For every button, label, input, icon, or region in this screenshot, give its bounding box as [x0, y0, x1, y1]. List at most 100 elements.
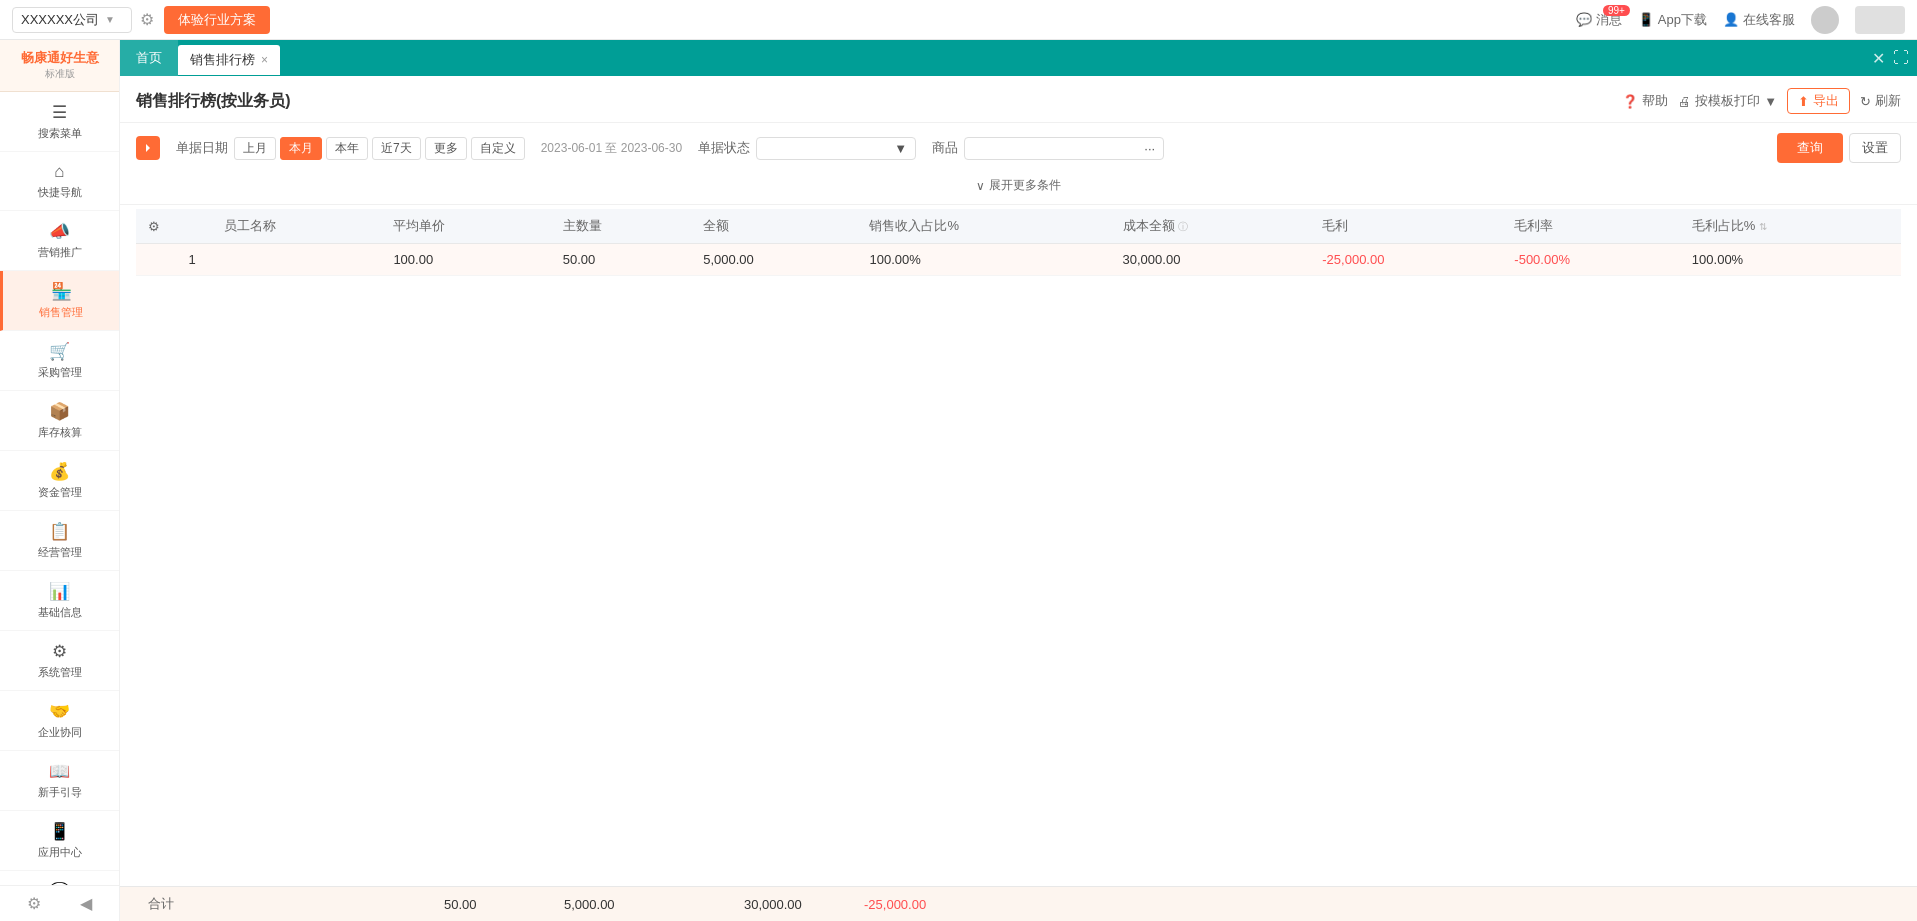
expand-conditions-button[interactable]: ∨ 展开更多条件 [976, 177, 1061, 194]
sidebar-item-wechat[interactable]: 💬 企业微信 [0, 871, 119, 885]
status-label: 单据状态 [698, 139, 750, 157]
goods-input[interactable]: ··· [964, 137, 1164, 160]
sidebar-item-label: 营销推广 [38, 245, 82, 260]
sidebar-item-label: 企业协同 [38, 725, 82, 740]
col-settings[interactable]: ⚙ [136, 209, 172, 244]
close-window-icon[interactable]: ✕ [1872, 49, 1885, 68]
col-amount: 全额 [691, 209, 857, 244]
row-settings-cell [136, 244, 172, 276]
sidebar-item-label: 资金管理 [38, 485, 82, 500]
print-dropdown-icon: ▼ [1764, 94, 1777, 109]
export-label: 导出 [1813, 92, 1839, 110]
print-label: 按模板打印 [1695, 92, 1760, 110]
period-btn-more[interactable]: 更多 [425, 137, 467, 160]
tab-home[interactable]: 首页 [120, 40, 178, 76]
row-name-cell [212, 244, 381, 276]
period-btn-this-month[interactable]: 本月 [280, 137, 322, 160]
status-dropdown[interactable]: ▼ [756, 137, 916, 160]
sidebar-item-system[interactable]: ⚙ 系统管理 [0, 631, 119, 691]
user-avatar[interactable] [1811, 6, 1839, 34]
period-btn-prev-month[interactable]: 上月 [234, 137, 276, 160]
sidebar-item-quick-nav[interactable]: ⌂ 快捷导航 [0, 152, 119, 211]
page-content: 销售排行榜(按业务员) ❓ 帮助 🖨 按模板打印 ▼ ⬆ [120, 76, 1917, 921]
sidebar-collapse-icon[interactable]: ◀ [80, 894, 92, 913]
period-btn-7days[interactable]: 近7天 [372, 137, 421, 160]
sidebar-item-search-orders[interactable]: ☰ 搜索菜单 [0, 92, 119, 152]
app-icon: 📱 [1638, 12, 1654, 27]
sidebar-item-app-center[interactable]: 📱 应用中心 [0, 811, 119, 871]
top-bar: XXXXXX公司 ▼ ⚙ 体验行业方案 💬 消息 99+ 📱 App下载 👤 在… [0, 0, 1917, 40]
date-range-text: 2023-06-01 至 2023-06-30 [541, 140, 682, 157]
tab-label: 销售排行榜 [190, 51, 255, 69]
header-actions: ❓ 帮助 🖨 按模板打印 ▼ ⬆ 导出 ↻ [1622, 88, 1901, 114]
user-avatar-2[interactable] [1855, 6, 1905, 34]
app-download-button[interactable]: 📱 App下载 [1638, 11, 1707, 29]
period-btn-this-year[interactable]: 本年 [326, 137, 368, 160]
export-button[interactable]: ⬆ 导出 [1787, 88, 1850, 114]
topbar-settings-icon[interactable]: ⚙ [140, 10, 154, 29]
row-cost-cell: 30,000.00 [1111, 244, 1311, 276]
sidebar-item-label: 搜索菜单 [38, 126, 82, 141]
message-badge: 99+ [1603, 5, 1630, 16]
sidebar-item-inventory[interactable]: 📦 库存核算 [0, 391, 119, 451]
sidebar-bottom: ⚙ ◀ [0, 885, 119, 921]
table-settings-button[interactable]: 设置 [1849, 133, 1901, 163]
guide-icon: 📖 [49, 761, 70, 782]
app-center-icon: 📱 [49, 821, 70, 842]
col-rank [172, 209, 212, 244]
help-button[interactable]: ❓ 帮助 [1622, 92, 1668, 110]
message-button[interactable]: 💬 消息 99+ [1576, 11, 1622, 29]
sidebar-item-label: 采购管理 [38, 365, 82, 380]
period-btn-custom[interactable]: 自定义 [471, 137, 525, 160]
data-table-wrapper: ⚙ 员工名称 平均单价 主数量 [120, 205, 1917, 886]
main-area: 畅康通好生意 标准版 ☰ 搜索菜单 ⌂ 快捷导航 📣 营销推广 🏪 [0, 40, 1917, 921]
refresh-icon: ↻ [1860, 94, 1871, 109]
table-body: 1 100.00 50.00 5,000.00 100.00% 30,000.0… [136, 244, 1901, 276]
cost-info-icon: ⓘ [1178, 221, 1188, 232]
col-employee-name: 员工名称 [212, 209, 381, 244]
sidebar-item-basic-info[interactable]: 📊 基础信息 [0, 571, 119, 631]
refresh-button[interactable]: ↻ 刷新 [1860, 92, 1901, 110]
sidebar-item-sales[interactable]: 🏪 销售管理 [0, 271, 119, 331]
expand-window-icon[interactable]: ⛶ [1893, 49, 1909, 67]
sidebar-item-label: 应用中心 [38, 845, 82, 860]
online-service-button[interactable]: 👤 在线客服 [1723, 11, 1795, 29]
footer-qty: 50.00 [444, 897, 544, 912]
tab-close-icon[interactable]: × [261, 53, 268, 67]
sidebar-settings-icon[interactable]: ⚙ [27, 894, 41, 913]
system-icon: ⚙ [52, 641, 67, 662]
filter-expand-row: ∨ 展开更多条件 [136, 169, 1901, 194]
col-cost: 成本全额 ⓘ [1111, 209, 1311, 244]
company-dropdown-arrow: ▼ [105, 14, 115, 25]
row-gross-pct-cell: 100.00% [1680, 244, 1901, 276]
date-filter: 单据日期 上月 本月 本年 近7天 更多 自定义 [176, 137, 525, 160]
sales-ranking-table: ⚙ 员工名称 平均单价 主数量 [136, 209, 1901, 276]
sidebar-item-label: 销售管理 [39, 305, 83, 320]
row-avg-price-cell: 100.00 [381, 244, 550, 276]
sidebar-item-operations[interactable]: 📋 经营管理 [0, 511, 119, 571]
company-selector[interactable]: XXXXXX公司 ▼ [12, 7, 132, 33]
inventory-icon: 📦 [49, 401, 70, 422]
sidebar-item-marketing[interactable]: 📣 营销推广 [0, 211, 119, 271]
sidebar-item-collab[interactable]: 🤝 企业协同 [0, 691, 119, 751]
sidebar-item-label: 快捷导航 [38, 185, 82, 200]
purchase-icon: 🛒 [49, 341, 70, 362]
print-button[interactable]: 🖨 按模板打印 ▼ [1678, 92, 1777, 110]
sidebar-item-guide[interactable]: 📖 新手引导 [0, 751, 119, 811]
query-actions: 查询 设置 [1777, 133, 1901, 163]
gross-pct-sort-icon: ⇅ [1759, 221, 1767, 232]
row-amount-cell: 5,000.00 [691, 244, 857, 276]
sidebar: 畅康通好生意 标准版 ☰ 搜索菜单 ⌂ 快捷导航 📣 营销推广 🏪 [0, 40, 120, 921]
footer-gross: -25,000.00 [864, 897, 964, 912]
experience-button[interactable]: 体验行业方案 [164, 6, 270, 34]
tab-sales-ranking[interactable]: 销售排行榜 × [178, 45, 280, 75]
sidebar-item-purchase[interactable]: 🛒 采购管理 [0, 331, 119, 391]
collapse-arrow-icon [142, 142, 154, 154]
row-rank-cell: 1 [172, 244, 212, 276]
filter-collapse-button[interactable] [136, 136, 160, 160]
query-button[interactable]: 查询 [1777, 133, 1843, 163]
filter-row: 单据日期 上月 本月 本年 近7天 更多 自定义 [136, 133, 1901, 163]
brand-name: 畅康通好生意 [10, 50, 109, 67]
sidebar-item-finance[interactable]: 💰 资金管理 [0, 451, 119, 511]
online-service-label: 在线客服 [1743, 11, 1795, 29]
